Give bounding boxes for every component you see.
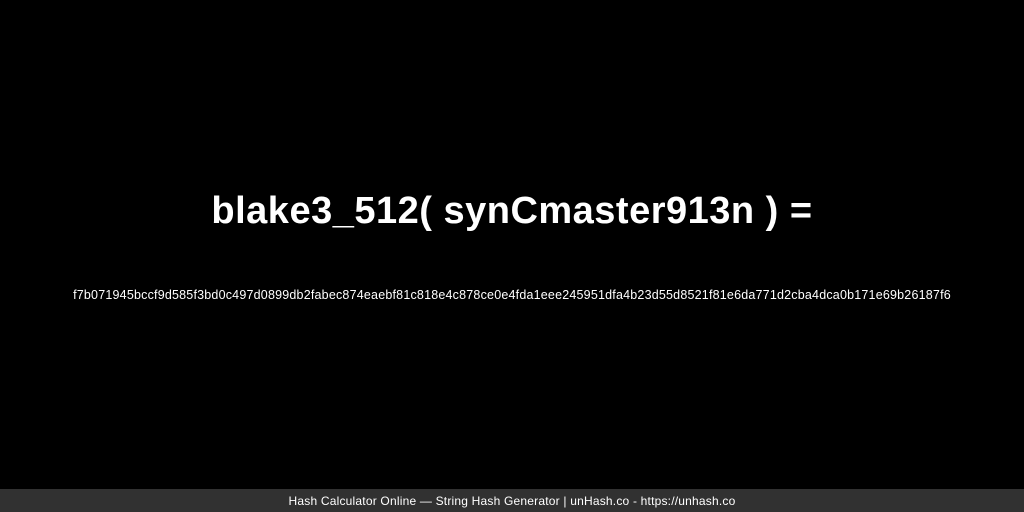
footer-text: Hash Calculator Online — String Hash Gen…: [289, 494, 736, 508]
hash-output-value: f7b071945bccf9d585f3bd0c497d0899db2fabec…: [73, 288, 951, 302]
hash-expression-heading: blake3_512( synCmaster913n ) =: [211, 190, 812, 233]
footer-bar: Hash Calculator Online — String Hash Gen…: [0, 489, 1024, 512]
main-content: blake3_512( synCmaster913n ) = f7b071945…: [0, 190, 1024, 302]
